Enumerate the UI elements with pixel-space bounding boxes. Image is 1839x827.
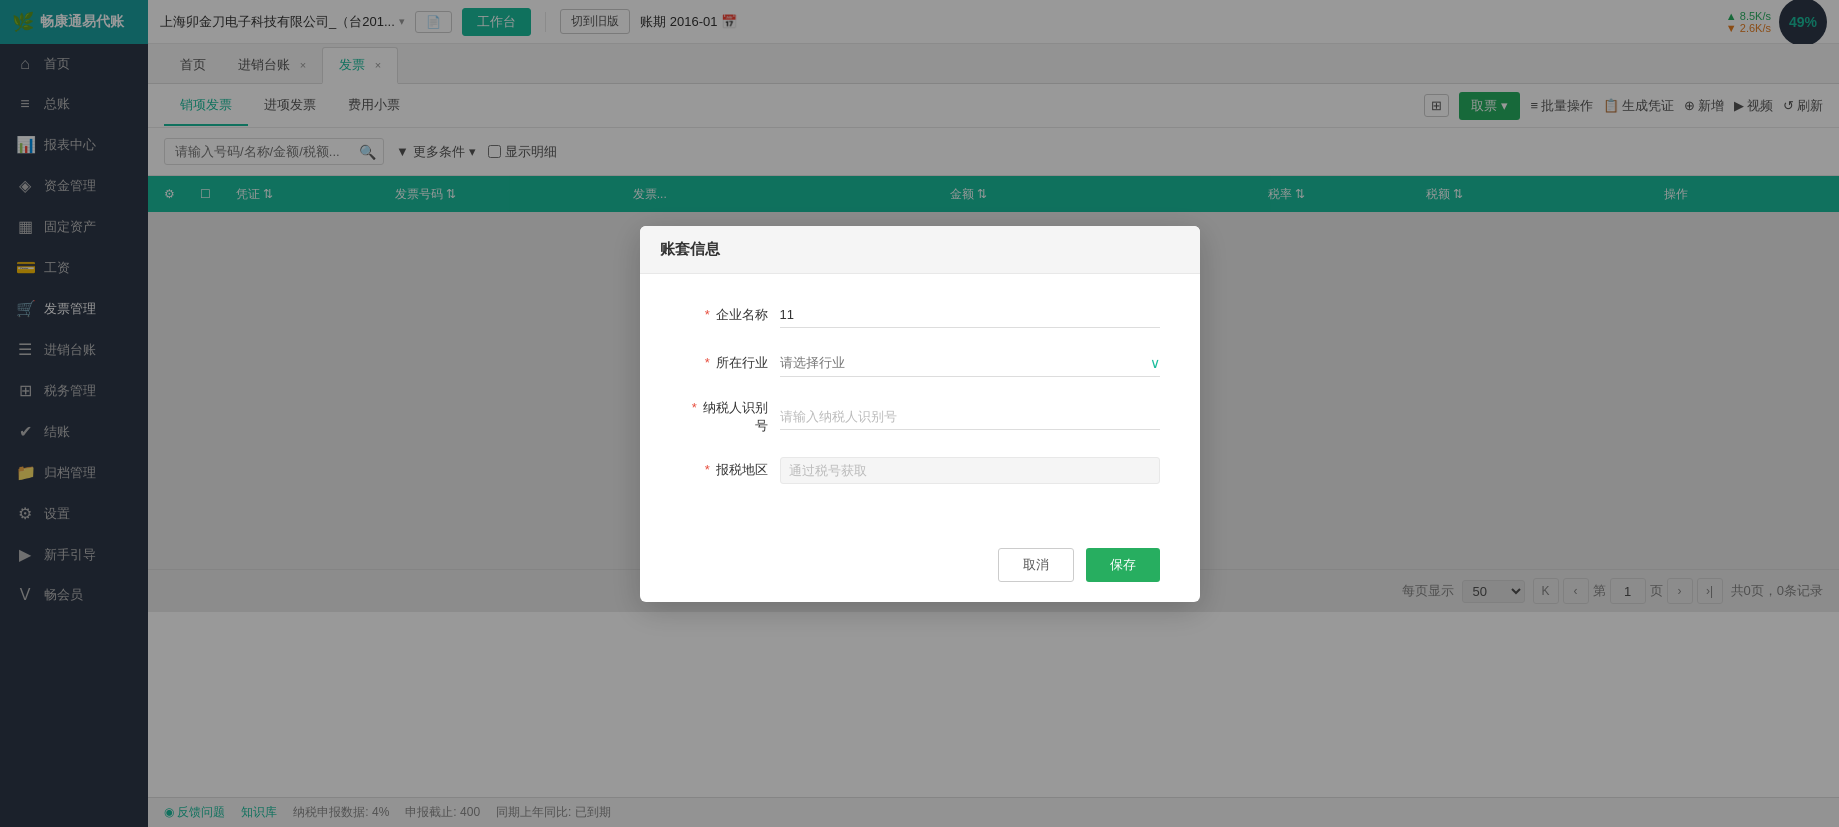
tax-id-input[interactable] bbox=[780, 404, 1160, 430]
form-row-industry: * 所在行业 ∨ bbox=[680, 350, 1160, 377]
company-name-label: * 企业名称 bbox=[680, 306, 780, 324]
form-row-company: * 企业名称 bbox=[680, 302, 1160, 328]
modal-dialog: 账套信息 * 企业名称 * 所在行业 ∨ bbox=[640, 226, 1200, 602]
industry-label: * 所在行业 bbox=[680, 354, 780, 372]
company-name-input[interactable] bbox=[780, 302, 1160, 328]
save-button[interactable]: 保存 bbox=[1086, 548, 1160, 582]
form-row-tax-region: * 报税地区 bbox=[680, 457, 1160, 484]
modal-header: 账套信息 bbox=[640, 226, 1200, 274]
industry-input[interactable] bbox=[780, 355, 1150, 370]
cancel-button[interactable]: 取消 bbox=[998, 548, 1074, 582]
modal-footer: 取消 保存 bbox=[640, 534, 1200, 602]
tax-region-label: * 报税地区 bbox=[680, 461, 780, 479]
industry-select[interactable]: ∨ bbox=[780, 350, 1160, 377]
form-row-tax-id: * 纳税人识别号 bbox=[680, 399, 1160, 435]
modal-title: 账套信息 bbox=[660, 240, 720, 257]
modal-overlay[interactable]: 账套信息 * 企业名称 * 所在行业 ∨ bbox=[0, 0, 1839, 827]
modal-body: * 企业名称 * 所在行业 ∨ * 纳税人识 bbox=[640, 274, 1200, 534]
tax-region-input bbox=[780, 457, 1160, 484]
tax-id-label: * 纳税人识别号 bbox=[680, 399, 780, 435]
industry-dropdown-arrow: ∨ bbox=[1150, 355, 1160, 371]
